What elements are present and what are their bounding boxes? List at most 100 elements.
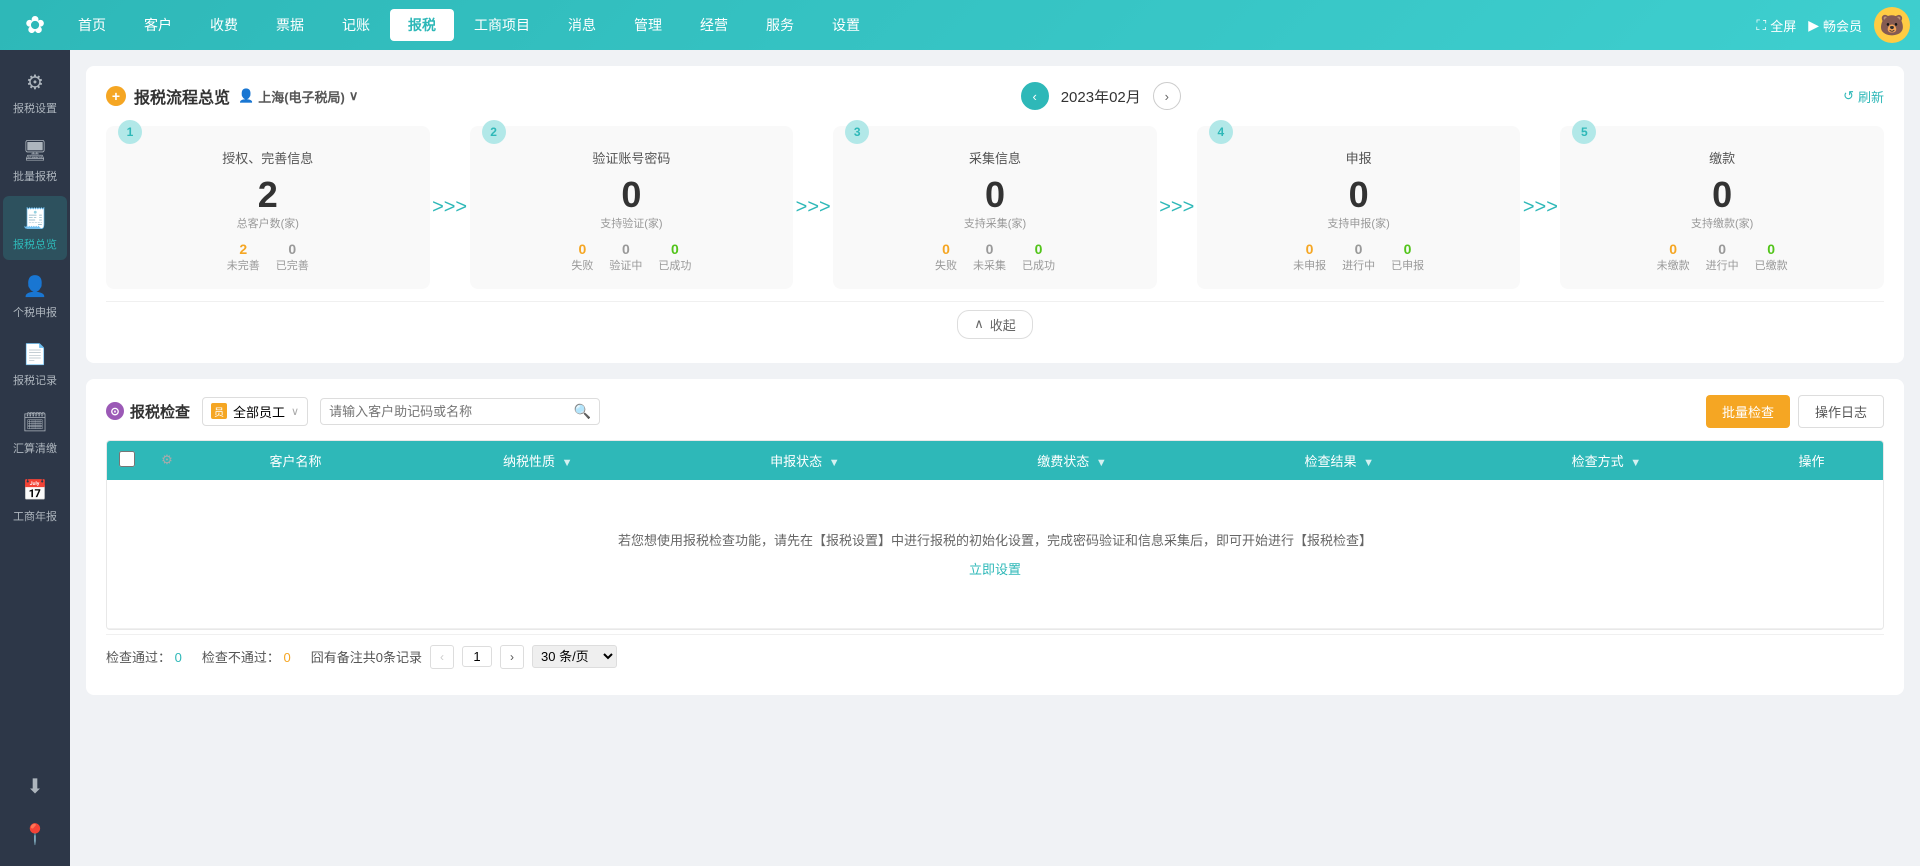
per-page-select[interactable]: 30 条/页 50 条/页 100 条/页 [532,645,617,668]
step-stats-3: 0 失败 0 未采集 0 已成功 [845,241,1145,273]
filter-icon-4[interactable]: ▼ [1363,457,1374,469]
page-input[interactable] [462,646,492,667]
settlement-icon: 🗓 [21,408,49,436]
step-count-3: 0 [845,175,1145,215]
arrow-3-4: >>> [1157,126,1197,289]
sidebar-item-annual-report[interactable]: 📅 工商年报 [3,468,67,532]
sidebar-item-batch-tax[interactable]: 🖥 批量报税 [3,128,67,192]
refresh-button[interactable]: ↺ 刷新 [1843,87,1884,106]
step-sub-1: 总客户数(家) [118,215,418,231]
sidebar-item-tax-overview[interactable]: 🧾 报税总览 [3,196,67,260]
dropdown-icon: ∨ [349,88,359,104]
collapse-button[interactable]: ∧ 收起 [957,310,1033,339]
flow-step-3: 3 采集信息 0 支持采集(家) 0 失败 0 未采集 0 已成功 [833,126,1157,289]
nav-item-clients[interactable]: 客户 [126,9,190,41]
check-pass-count[interactable]: 0 [175,650,182,665]
collapse-bar: ∧ 收起 [106,301,1884,347]
stat-num-2-1: 0 [609,241,642,257]
batch-check-button[interactable]: 批量检查 [1706,395,1790,428]
download-icon: ⬇ [21,772,49,800]
step-stats-2: 0 失败 0 验证中 0 已成功 [482,241,782,273]
footer-stats: 检查通过： 0 检查不通过： 0 囧有备注 [106,647,363,666]
filter-icon-3[interactable]: ▼ [1096,457,1107,469]
nav-item-invoices[interactable]: 票据 [258,9,322,41]
stat-label-4-0: 未申报 [1293,257,1326,273]
sidebar-item-personal-tax[interactable]: 👤 个税申报 [3,264,67,328]
filter-icon-5[interactable]: ▼ [1630,457,1641,469]
sidebar-location-button[interactable]: 📍 [3,812,67,856]
nav-item-bookkeeping[interactable]: 记账 [324,9,388,41]
select-all-checkbox[interactable] [119,451,135,467]
staff-label: 全部员工 [233,402,285,421]
step-count-2: 0 [482,175,782,215]
step-count-5: 0 [1572,175,1872,215]
settings-icon[interactable]: ⚙ [161,452,173,467]
nav-item-management[interactable]: 管理 [616,9,680,41]
stat-3-2: 0 已成功 [1022,241,1055,273]
nav-item-business[interactable]: 工商项目 [456,9,548,41]
header-check-method-label: 检查方式 [1572,454,1624,469]
staff-dropdown-icon: ∨ [291,405,299,418]
stat-3-1: 0 未采集 [973,241,1006,273]
filter-icon-2[interactable]: ▼ [829,457,840,469]
stat-5-2: 0 已缴款 [1755,241,1788,273]
month-label: 2023年02月 [1061,86,1141,107]
batch-tax-icon: 🖥 [21,136,49,164]
header-operations-label: 操作 [1798,454,1824,469]
nav-item-tax[interactable]: 报税 [390,9,454,41]
fullscreen-icon: ⛶ [1756,17,1766,34]
header-pay-status-label: 缴费状态 [1037,454,1089,469]
sidebar-item-tax-records[interactable]: 📄 报税记录 [3,332,67,396]
stat-1-0: 2 未完善 [227,241,260,273]
location-badge[interactable]: 👤 上海(电子税局) ∨ [238,87,358,106]
next-page-button[interactable]: › [500,645,524,669]
nav-item-operations[interactable]: 经营 [682,9,746,41]
step-stats-1: 2 未完善 0 已完善 [118,241,418,273]
vip-button[interactable]: ▶ 畅会员 [1808,16,1862,35]
header-declare-status-label: 申报状态 [770,454,822,469]
search-button[interactable]: 🔍 [574,403,591,420]
person-icon: 👤 [238,88,254,104]
sidebar-item-settlement[interactable]: 🗓 汇算清缴 [3,400,67,464]
step-title-3: 采集信息 [845,148,1145,167]
header-client-name-label: 客户名称 [270,454,322,469]
month-navigation: ‹ 2023年02月 › [1021,82,1181,110]
stat-4-1: 0 进行中 [1342,241,1375,273]
table-header-check-result: 检查结果 ▼ [1206,441,1473,480]
nav-item-settings[interactable]: 设置 [814,9,878,41]
search-input[interactable] [329,404,574,419]
nav-item-home[interactable]: 首页 [60,9,124,41]
nav-item-services[interactable]: 服务 [748,9,812,41]
stat-num-4-1: 0 [1342,241,1375,257]
tax-table: ⚙ 客户名称 纳税性质 ▼ 申报状态 ▼ [107,441,1883,629]
sidebar: ⚙ 报税设置 🖥 批量报税 🧾 报税总览 👤 个税申报 📄 报税记录 🗓 汇算清… [0,50,70,866]
step-title-5: 缴款 [1572,148,1872,167]
sidebar-download-button[interactable]: ⬇ [3,764,67,808]
location-icon: 📍 [21,820,49,848]
user-avatar[interactable]: 🐻 [1874,7,1910,43]
step-stats-4: 0 未申报 0 进行中 0 已申报 [1209,241,1509,273]
prev-month-button[interactable]: ‹ [1021,82,1049,110]
operation-log-button[interactable]: 操作日志 [1798,395,1884,428]
sidebar-item-tax-settings[interactable]: ⚙ 报税设置 [3,60,67,124]
table-footer: 检查通过： 0 检查不通过： 0 囧有备注 共0条记录 ‹ › 30 条/页 5… [106,634,1884,679]
vip-label: 畅会员 [1823,16,1862,35]
setup-link[interactable]: 立即设置 [969,562,1021,577]
fullscreen-button[interactable]: ⛶ 全屏 [1756,16,1796,35]
prev-page-button[interactable]: ‹ [430,645,454,669]
sidebar-label-personal-tax: 个税申报 [13,304,57,320]
filter-icon-1[interactable]: ▼ [562,457,573,469]
search-wrapper: 🔍 [320,398,600,425]
flow-steps: 1 授权、完善信息 2 总客户数(家) 2 未完善 0 已完善 >>> [106,126,1884,289]
nav-item-messages[interactable]: 消息 [550,9,614,41]
nav-item-fees[interactable]: 收费 [192,9,256,41]
next-month-button[interactable]: › [1153,82,1181,110]
step-number-1: 1 [118,120,142,144]
flow-summary-card: + 报税流程总览 👤 上海(电子税局) ∨ ‹ 2023年02月 › ↺ 刷新 [86,66,1904,363]
empty-state: 若您想使用报税检查功能，请先在【报税设置】中进行报税的初始化设置，完成密码验证和… [119,490,1871,618]
staff-select[interactable]: 员 全部员工 ∨ [202,397,308,426]
step-sub-2: 支持验证(家) [482,215,782,231]
sidebar-label-tax-overview: 报税总览 [13,236,57,252]
table-header-tax-nature: 纳税性质 ▼ [404,441,671,480]
check-fail-count[interactable]: 0 [284,650,291,665]
